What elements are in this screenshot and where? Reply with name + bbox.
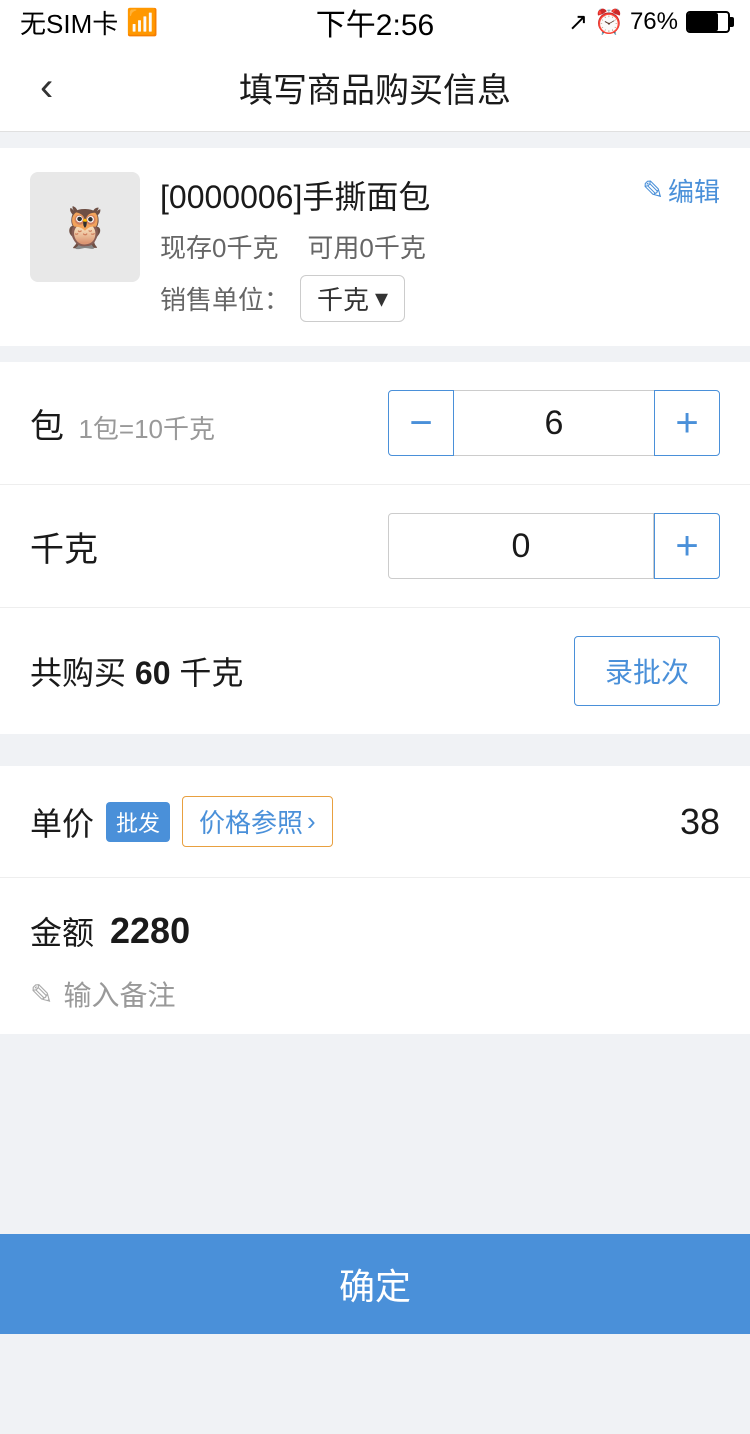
- kg-main-label: 千克: [30, 531, 98, 569]
- kg-quantity-control: +: [388, 513, 720, 579]
- product-top-row: [0000006]手撕面包 ✎ 编辑: [160, 172, 720, 228]
- status-time: 下午2:56: [316, 0, 434, 44]
- note-placeholder[interactable]: 输入备注: [63, 974, 175, 1014]
- amount-section: 金额 2280 ✎ 输入备注: [0, 878, 750, 1034]
- product-image: 🦉: [30, 172, 140, 282]
- product-card: 🦉 [0000006]手撕面包 ✎ 编辑 现存0千克 可用0千克 销售单位： 千…: [0, 148, 750, 346]
- edit-label: 编辑: [668, 172, 720, 209]
- amount-label: 金额: [30, 908, 94, 954]
- kg-label: 千克: [30, 522, 388, 571]
- battery-bar: [686, 11, 730, 33]
- price-row: 单价 批发 价格参照 › 38: [0, 766, 750, 878]
- bag-main-label: 包: [30, 408, 64, 446]
- quantity-row-bag: 包 1包=10千克 − +: [0, 362, 750, 485]
- divider-1: [0, 346, 750, 362]
- total-text: 共购买 60 千克: [30, 648, 243, 694]
- page-title: 填写商品购买信息: [239, 63, 511, 112]
- bag-label: 包 1包=10千克: [30, 399, 388, 448]
- amount-row: 金额 2280: [30, 908, 720, 954]
- quantity-section: 包 1包=10千克 − + 千克 +: [0, 362, 750, 608]
- battery-fill: [688, 13, 718, 31]
- bag-minus-button[interactable]: −: [388, 390, 454, 456]
- product-logo: 🦉: [60, 204, 110, 251]
- status-right: ↗ ⏰ 76%: [568, 8, 730, 37]
- price-value: 38: [680, 801, 720, 843]
- price-label: 单价: [30, 799, 94, 845]
- status-bar: 无SIM卡 📶 下午2:56 ↗ ⏰ 76%: [0, 0, 750, 44]
- product-unit-row: 销售单位： 千克 ▾: [160, 275, 720, 322]
- divider-2: [0, 734, 750, 750]
- confirm-button[interactable]: 确定: [0, 1234, 750, 1334]
- kg-plus-button[interactable]: +: [654, 513, 720, 579]
- price-ref-label: 价格参照: [199, 803, 303, 840]
- confirm-label: 确定: [339, 1258, 411, 1310]
- status-left: 无SIM卡 📶: [20, 4, 159, 41]
- total-amount: 60: [135, 655, 171, 691]
- total-row: 共购买 60 千克 录批次: [0, 608, 750, 734]
- price-ref-button[interactable]: 价格参照 ›: [182, 796, 333, 847]
- wifi-icon: 📶: [126, 7, 158, 38]
- note-row[interactable]: ✎ 输入备注: [30, 974, 720, 1014]
- nav-bar: ‹ 填写商品购买信息: [0, 44, 750, 132]
- chevron-right-icon: ›: [307, 806, 316, 837]
- price-section: 单价 批发 价格参照 › 38 金额 2280 ✎ 输入备注: [0, 766, 750, 1034]
- location-icon: ↗: [568, 8, 588, 37]
- product-name: [0000006]手撕面包: [160, 172, 430, 218]
- available-label: 可用0千克: [307, 233, 425, 263]
- unit-select[interactable]: 千克 ▾: [300, 275, 405, 322]
- kg-quantity-input[interactable]: [388, 513, 654, 579]
- batch-button[interactable]: 录批次: [574, 636, 720, 706]
- note-icon: ✎: [30, 978, 53, 1011]
- amount-value: 2280: [110, 910, 190, 952]
- edit-button[interactable]: ✎ 编辑: [642, 172, 720, 209]
- bag-sub-label: 1包=10千克: [78, 414, 215, 444]
- product-info: [0000006]手撕面包 ✎ 编辑 现存0千克 可用0千克 销售单位： 千克 …: [160, 172, 720, 322]
- price-left: 单价 批发 价格参照 ›: [30, 796, 333, 847]
- back-button[interactable]: ‹: [30, 55, 63, 120]
- unit-label: 销售单位：: [160, 280, 290, 317]
- bag-quantity-control: − +: [388, 390, 720, 456]
- price-tag: 批发: [106, 802, 170, 842]
- chevron-down-icon: ▾: [375, 283, 388, 314]
- bag-quantity-input[interactable]: [454, 390, 654, 456]
- unit-value: 千克: [317, 280, 369, 317]
- stock-label: 现存0千克: [160, 233, 278, 263]
- edit-icon: ✎: [642, 175, 664, 206]
- bag-plus-button[interactable]: +: [654, 390, 720, 456]
- battery-percent: 76%: [630, 8, 678, 36]
- carrier-label: 无SIM卡: [20, 4, 118, 41]
- product-stock: 现存0千克 可用0千克: [160, 228, 720, 265]
- alarm-icon: ⏰: [594, 8, 624, 37]
- quantity-row-kg: 千克 +: [0, 485, 750, 608]
